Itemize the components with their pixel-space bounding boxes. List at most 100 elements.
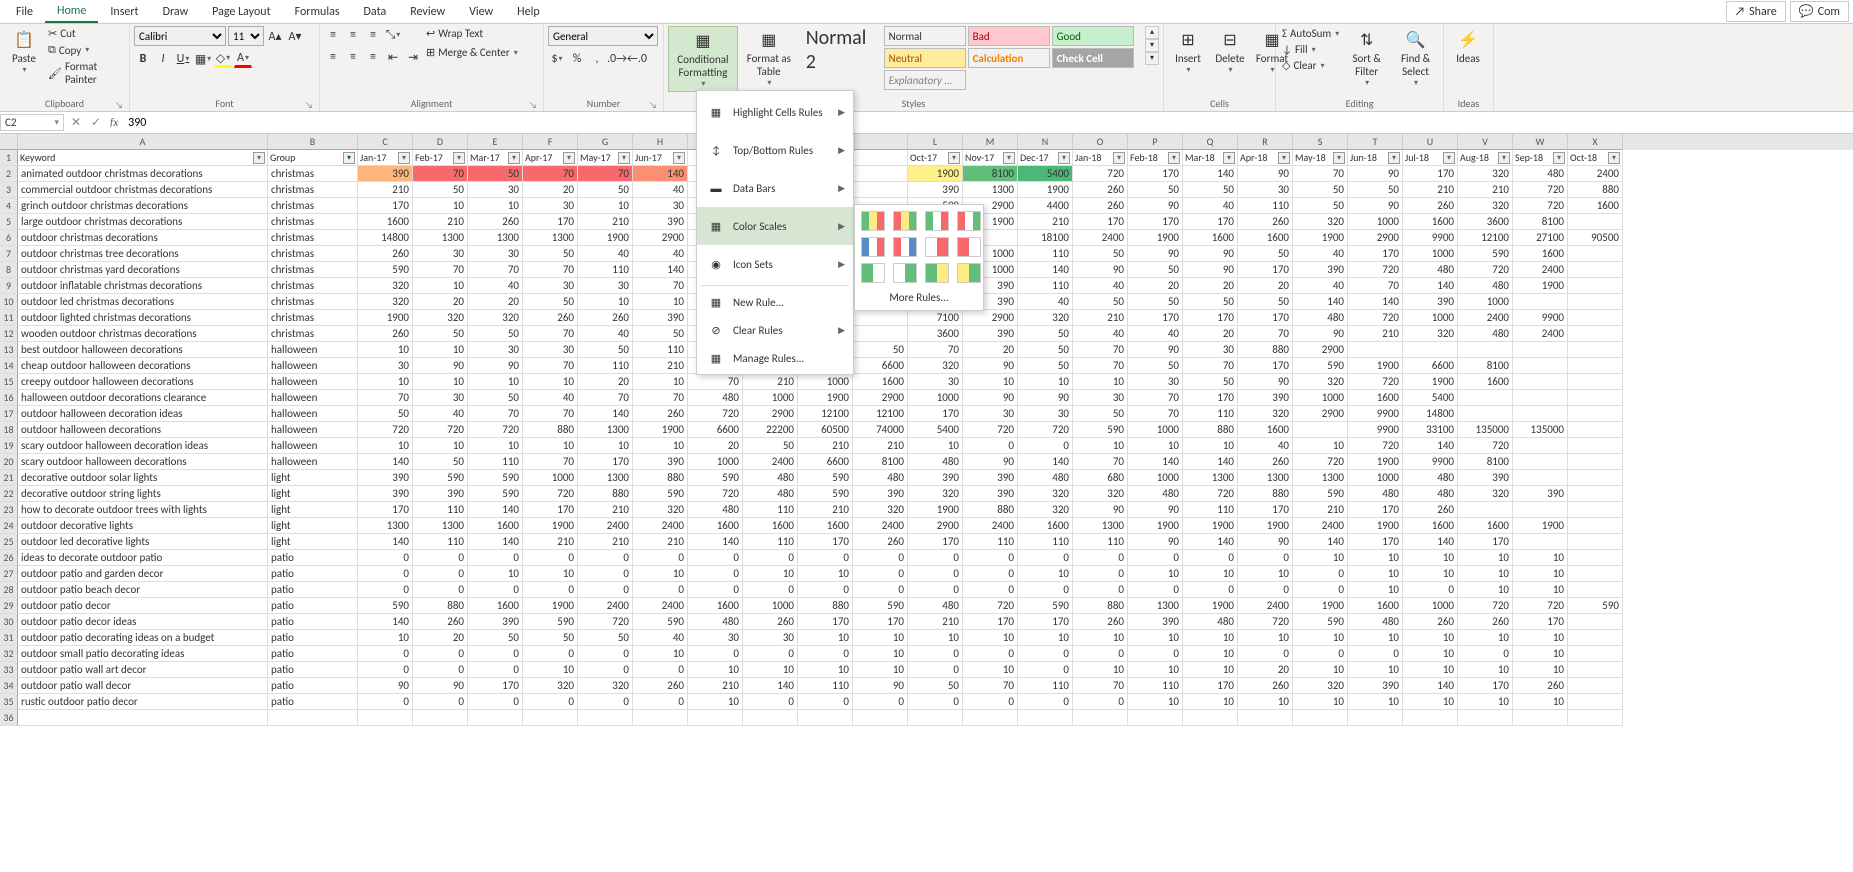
cell[interactable]: christmas — [268, 230, 358, 246]
cell[interactable] — [1568, 214, 1623, 230]
style-gallery-button[interactable]: ▾ — [1145, 52, 1159, 65]
cell[interactable]: 2400 — [743, 454, 798, 470]
cell[interactable]: 2900 — [908, 518, 963, 534]
cell[interactable]: 0 — [578, 550, 633, 566]
cell[interactable]: 1900 — [1513, 518, 1568, 534]
row-header[interactable]: 36 — [0, 710, 18, 726]
cell[interactable]: 1300 — [1238, 470, 1293, 486]
cell[interactable]: 0 — [523, 646, 578, 662]
cell[interactable]: 70 — [633, 278, 688, 294]
cell[interactable]: 720 — [688, 486, 743, 502]
cell[interactable]: animated outdoor christmas decorations — [18, 166, 268, 182]
cell[interactable]: 210 — [743, 374, 798, 390]
cf-clear-rules[interactable]: ⊘Clear Rules▶ — [697, 316, 853, 344]
cell[interactable] — [18, 710, 268, 726]
cell[interactable]: 720 — [1458, 598, 1513, 614]
conditional-formatting-button[interactable]: ▦ Conditional Formatting▾ — [668, 26, 738, 92]
filter-arrow-icon[interactable]: ▾ — [673, 152, 685, 164]
cell[interactable]: 30 — [908, 374, 963, 390]
fill-button[interactable]: ↓Fill▾ — [1280, 42, 1341, 57]
cell[interactable]: outdoor lighted christmas decorations — [18, 310, 268, 326]
style-prev-button[interactable]: ▴ — [1145, 26, 1159, 39]
enter-formula-button[interactable]: ✓ — [86, 115, 106, 130]
cell[interactable]: outdoor patio wall decor — [18, 678, 268, 694]
cell[interactable]: 0 — [908, 550, 963, 566]
cell[interactable]: 720 — [358, 422, 413, 438]
cell[interactable]: 50 — [743, 438, 798, 454]
cell[interactable] — [1458, 406, 1513, 422]
align-center-button[interactable]: ≡ — [344, 48, 362, 66]
cell[interactable]: 110 — [413, 502, 468, 518]
cell[interactable]: 210 — [798, 438, 853, 454]
select-all-button[interactable] — [0, 134, 18, 150]
cell[interactable]: creepy outdoor halloween decorations — [18, 374, 268, 390]
cell[interactable]: outdoor decorative lights — [18, 518, 268, 534]
row-header[interactable]: 27 — [0, 566, 18, 582]
cell[interactable] — [853, 710, 908, 726]
align-bottom-button[interactable]: ≡ — [364, 26, 382, 44]
cell[interactable]: 0 — [908, 582, 963, 598]
cell[interactable]: 320 — [1293, 678, 1348, 694]
cell[interactable]: 9900 — [1348, 406, 1403, 422]
cell[interactable]: 720 — [963, 422, 1018, 438]
cell[interactable]: 1600 — [1458, 374, 1513, 390]
increase-indent-button[interactable]: ⇥ — [404, 48, 422, 66]
cell[interactable]: 70 — [578, 390, 633, 406]
cell[interactable]: 1900 — [1513, 278, 1568, 294]
column-header[interactable]: N — [1018, 134, 1073, 150]
cell[interactable]: 8100 — [1513, 214, 1568, 230]
cell[interactable]: 0 — [358, 694, 413, 710]
cell[interactable]: 50 — [1073, 294, 1128, 310]
filter-arrow-icon[interactable]: ▾ — [1278, 152, 1290, 164]
cell[interactable]: 1600 — [1513, 246, 1568, 262]
cell[interactable]: 140 — [688, 534, 743, 550]
cell[interactable]: 50 — [358, 406, 413, 422]
cell[interactable]: 210 — [1403, 182, 1458, 198]
cell[interactable]: 30 — [358, 358, 413, 374]
cell[interactable] — [1403, 710, 1458, 726]
cell[interactable]: 1600 — [1238, 230, 1293, 246]
cell[interactable]: 10 — [523, 374, 578, 390]
cell[interactable]: 50 — [1128, 358, 1183, 374]
cell[interactable]: 260 — [1073, 198, 1128, 214]
cell[interactable] — [1568, 502, 1623, 518]
cell[interactable]: 10 — [1128, 662, 1183, 678]
cell[interactable]: 1900 — [523, 518, 578, 534]
cell[interactable]: 10 — [743, 566, 798, 582]
cell[interactable]: 1600 — [688, 598, 743, 614]
row-header[interactable]: 20 — [0, 454, 18, 470]
cell[interactable] — [468, 710, 523, 726]
cell[interactable]: 720 — [963, 598, 1018, 614]
cell[interactable]: 720 — [1348, 310, 1403, 326]
cell[interactable]: 880 — [1073, 598, 1128, 614]
cell[interactable]: 210 — [578, 214, 633, 230]
cell[interactable]: 70 — [1073, 454, 1128, 470]
cell[interactable]: 6600 — [798, 454, 853, 470]
cell[interactable]: 590 — [1293, 614, 1348, 630]
cell[interactable]: 20 — [1183, 278, 1238, 294]
cell[interactable]: 320 — [908, 486, 963, 502]
cell[interactable]: 40 — [1073, 326, 1128, 342]
column-header[interactable]: T — [1348, 134, 1403, 150]
cell[interactable]: 320 — [578, 678, 633, 694]
cell[interactable]: 0 — [743, 550, 798, 566]
cell[interactable]: 140 — [1403, 678, 1458, 694]
cell[interactable]: 1300 — [963, 182, 1018, 198]
cell[interactable]: 90 — [963, 390, 1018, 406]
cell[interactable] — [578, 710, 633, 726]
cell[interactable]: 10 — [1348, 550, 1403, 566]
cell[interactable]: 20 — [1128, 278, 1183, 294]
cell[interactable] — [1238, 710, 1293, 726]
cell[interactable]: 1600 — [798, 518, 853, 534]
cell[interactable]: 90 — [1128, 198, 1183, 214]
cell[interactable]: 720 — [413, 422, 468, 438]
row-header[interactable]: 16 — [0, 390, 18, 406]
cell[interactable]: 170 — [1183, 214, 1238, 230]
cell[interactable]: 10 — [963, 662, 1018, 678]
cell[interactable]: 10 — [413, 374, 468, 390]
tab-page-layout[interactable]: Page Layout — [200, 2, 282, 22]
filter-header[interactable]: Dec-17▾ — [1018, 150, 1073, 166]
cell[interactable]: 14800 — [1403, 406, 1458, 422]
filter-header[interactable]: Oct-17▾ — [908, 150, 963, 166]
column-header[interactable]: U — [1403, 134, 1458, 150]
